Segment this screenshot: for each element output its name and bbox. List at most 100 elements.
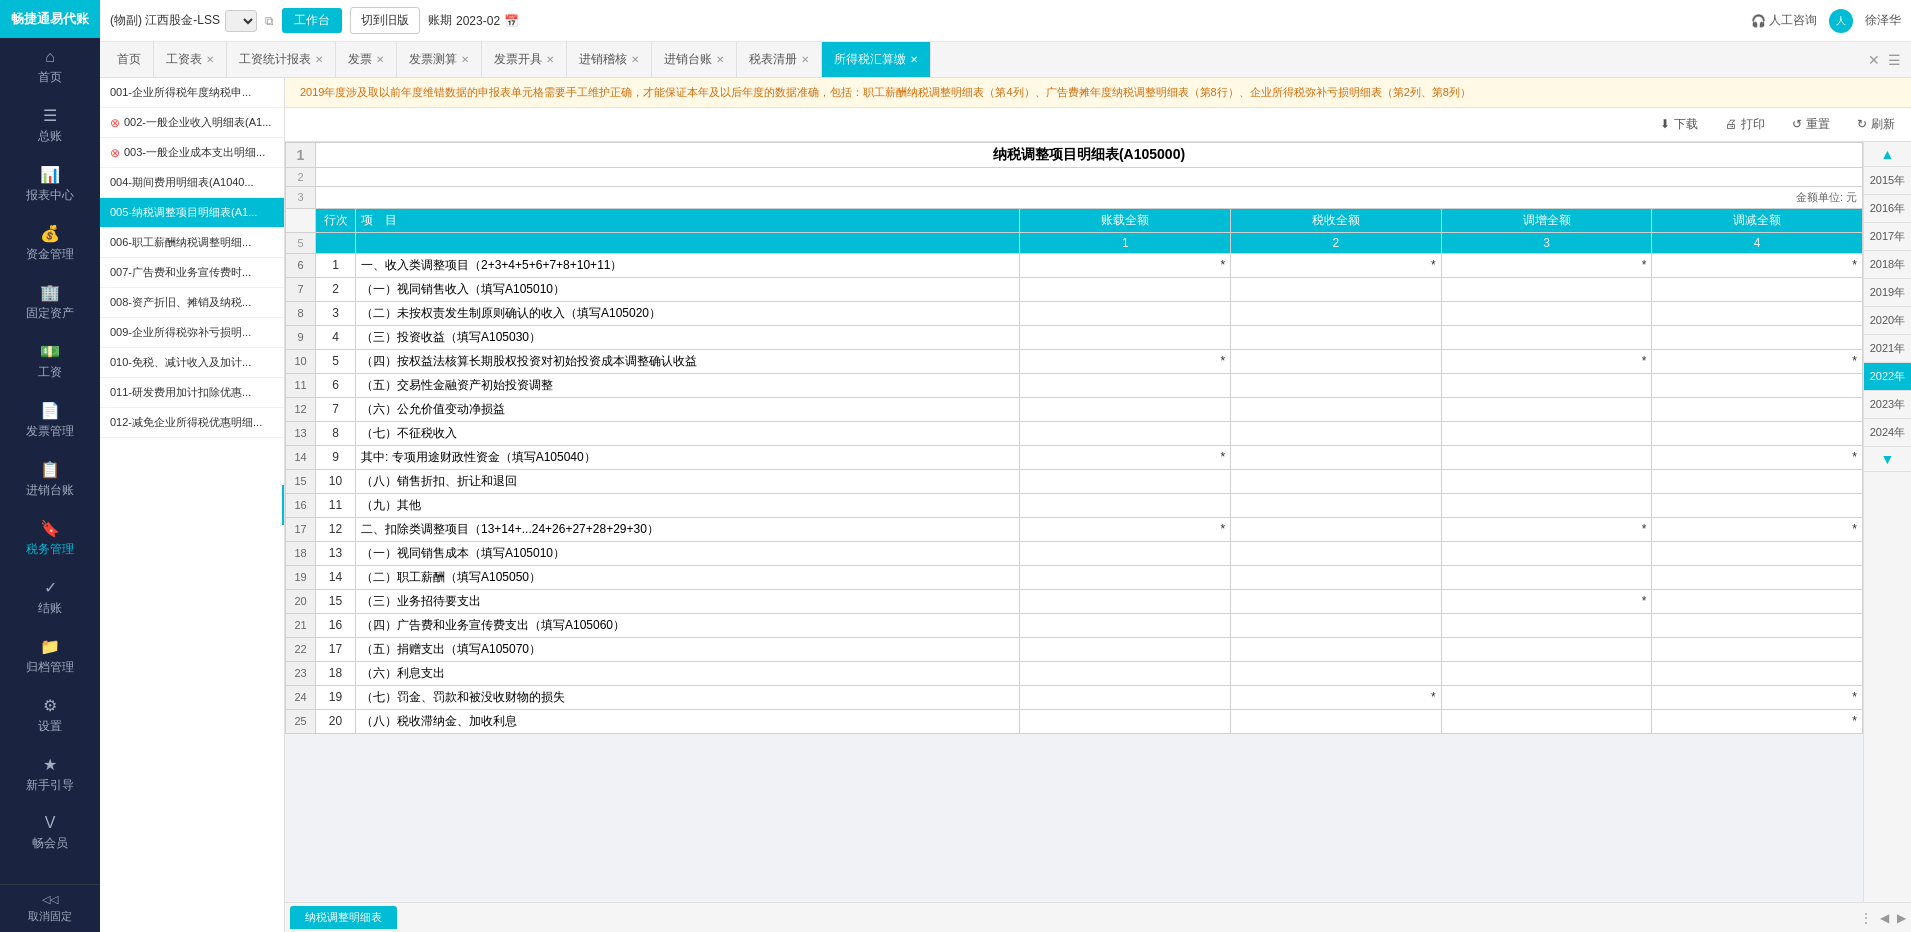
col4-cell[interactable] [1652,661,1863,685]
support-button[interactable]: 🎧 人工咨询 [1751,12,1817,29]
col2-cell[interactable] [1231,709,1442,733]
col2-cell[interactable] [1231,613,1442,637]
col4-cell[interactable]: * [1652,349,1863,373]
tab-salary-close[interactable]: ✕ [206,54,214,65]
tab-home[interactable]: 首页 [105,42,154,77]
item-cell[interactable]: （七）不征税收入 [356,421,1020,445]
year-2024[interactable]: 2024年 [1864,419,1911,447]
old-version-button[interactable]: 切到旧版 [350,7,420,34]
tab-purchase-ledger-close[interactable]: ✕ [716,54,724,65]
panel-item-010[interactable]: 010-免税、减计收入及加计... [100,348,284,378]
reset-button[interactable]: ↺ 重置 [1786,113,1836,136]
year-nav-up[interactable]: ▲ [1864,142,1911,167]
col1-cell[interactable] [1020,493,1231,517]
item-cell[interactable]: 其中: 专项用途财政性资金（填写A105040） [356,445,1020,469]
col3-cell[interactable] [1441,397,1652,421]
col3-cell[interactable] [1441,541,1652,565]
col3-cell[interactable] [1441,373,1652,397]
unpin-button[interactable]: ◁◁ 取消固定 [0,884,100,932]
col3-cell[interactable] [1441,325,1652,349]
col3-cell[interactable] [1441,709,1652,733]
col2-cell[interactable] [1231,277,1442,301]
item-cell[interactable]: （四）广告费和业务宣传费支出（填写A105060） [356,613,1020,637]
sidebar-item-purchase[interactable]: 📋 进销台账 [0,450,100,509]
user-name[interactable]: 徐泽华 [1865,12,1901,29]
sidebar-item-archive[interactable]: 📁 归档管理 [0,627,100,686]
col4-cell[interactable] [1652,421,1863,445]
sidebar-item-fixed-asset[interactable]: 🏢 固定资产 [0,273,100,332]
col4-cell[interactable] [1652,637,1863,661]
col4-cell[interactable] [1652,325,1863,349]
print-button[interactable]: 🖨 打印 [1719,113,1771,136]
tab-tax-table[interactable]: 税表清册 ✕ [737,42,822,77]
item-cell[interactable]: （三）投资收益（填写A105030） [356,325,1020,349]
copy-icon[interactable]: ⧉ [265,14,274,28]
year-2015[interactable]: 2015年 [1864,167,1911,195]
item-cell[interactable]: （二）职工薪酬（填写A105050） [356,565,1020,589]
col3-cell[interactable] [1441,421,1652,445]
col1-cell[interactable] [1020,661,1231,685]
col1-cell[interactable] [1020,637,1231,661]
col2-cell[interactable]: * [1231,685,1442,709]
col3-cell[interactable] [1441,685,1652,709]
tab-purchase-ledger[interactable]: 进销台账 ✕ [652,42,737,77]
col1-cell[interactable] [1020,685,1231,709]
col1-cell[interactable] [1020,277,1231,301]
col3-cell[interactable] [1441,493,1652,517]
panel-item-012[interactable]: 012-减免企业所得税优惠明细... [100,408,284,438]
col1-cell[interactable] [1020,541,1231,565]
year-2017[interactable]: 2017年 [1864,223,1911,251]
close-all-icon[interactable]: ✕ [1868,52,1880,68]
col3-cell[interactable] [1441,445,1652,469]
company-dropdown[interactable] [225,10,257,32]
panel-item-001[interactable]: 001-企业所得税年度纳税申... [100,78,284,108]
item-cell[interactable]: （六）公允价值变动净损益 [356,397,1020,421]
col4-cell[interactable] [1652,613,1863,637]
col2-cell[interactable] [1231,517,1442,541]
panel-item-004[interactable]: 004-期间费用明细表(A1040... [100,168,284,198]
col2-cell[interactable] [1231,325,1442,349]
col3-cell[interactable]: * [1441,253,1652,277]
col2-cell[interactable] [1231,349,1442,373]
col3-cell[interactable] [1441,469,1652,493]
item-cell[interactable]: （一）视同销售成本（填写A105010） [356,541,1020,565]
item-cell[interactable]: （四）按权益法核算长期股权投资对初始投资成本调整确认收益 [356,349,1020,373]
item-cell[interactable]: （九）其他 [356,493,1020,517]
app-logo[interactable]: 畅捷通易代账 [0,0,100,38]
item-cell[interactable]: （五）交易性金融资产初始投资调整 [356,373,1020,397]
col2-cell[interactable] [1231,565,1442,589]
item-cell[interactable]: （六）利息支出 [356,661,1020,685]
col3-cell[interactable] [1441,613,1652,637]
tab-invoice-calc-close[interactable]: ✕ [461,54,469,65]
item-cell[interactable]: （五）捐赠支出（填写A105070） [356,637,1020,661]
col1-cell[interactable]: * [1020,349,1231,373]
col3-cell[interactable] [1441,637,1652,661]
year-2023[interactable]: 2023年 [1864,391,1911,419]
sidebar-item-report[interactable]: 📊 报表中心 [0,155,100,214]
col2-cell[interactable] [1231,445,1442,469]
col2-cell[interactable] [1231,637,1442,661]
user-avatar[interactable]: 人 [1829,9,1853,33]
panel-item-003[interactable]: ⊗ 003-一般企业成本支出明细... [100,138,284,168]
col4-cell[interactable] [1652,565,1863,589]
item-cell[interactable]: （三）业务招待要支出 [356,589,1020,613]
sidebar-item-settings[interactable]: ⚙ 设置 [0,686,100,745]
item-cell[interactable]: 二、扣除类调整项目（13+14+...24+26+27+28+29+30） [356,517,1020,541]
col3-cell[interactable]: * [1441,349,1652,373]
scroll-left-icon[interactable]: ◀ [1880,911,1889,925]
col1-cell[interactable] [1020,421,1231,445]
col1-cell[interactable] [1020,613,1231,637]
col2-cell[interactable]: * [1231,253,1442,277]
col3-cell[interactable] [1441,277,1652,301]
sidebar-item-asset-mgmt[interactable]: 💰 资金管理 [0,214,100,273]
workspace-button[interactable]: 工作台 [282,8,342,33]
col3-cell[interactable]: * [1441,589,1652,613]
sidebar-item-settlement[interactable]: ✓ 结账 [0,568,100,627]
col4-cell[interactable] [1652,397,1863,421]
sidebar-item-salary[interactable]: 💵 工资 [0,332,100,391]
col3-cell[interactable]: * [1441,517,1652,541]
item-cell[interactable]: （八）销售折扣、折让和退回 [356,469,1020,493]
col1-cell[interactable] [1020,565,1231,589]
tab-salary[interactable]: 工资表 ✕ [154,42,227,77]
sidebar-item-invoice[interactable]: 📄 发票管理 [0,391,100,450]
